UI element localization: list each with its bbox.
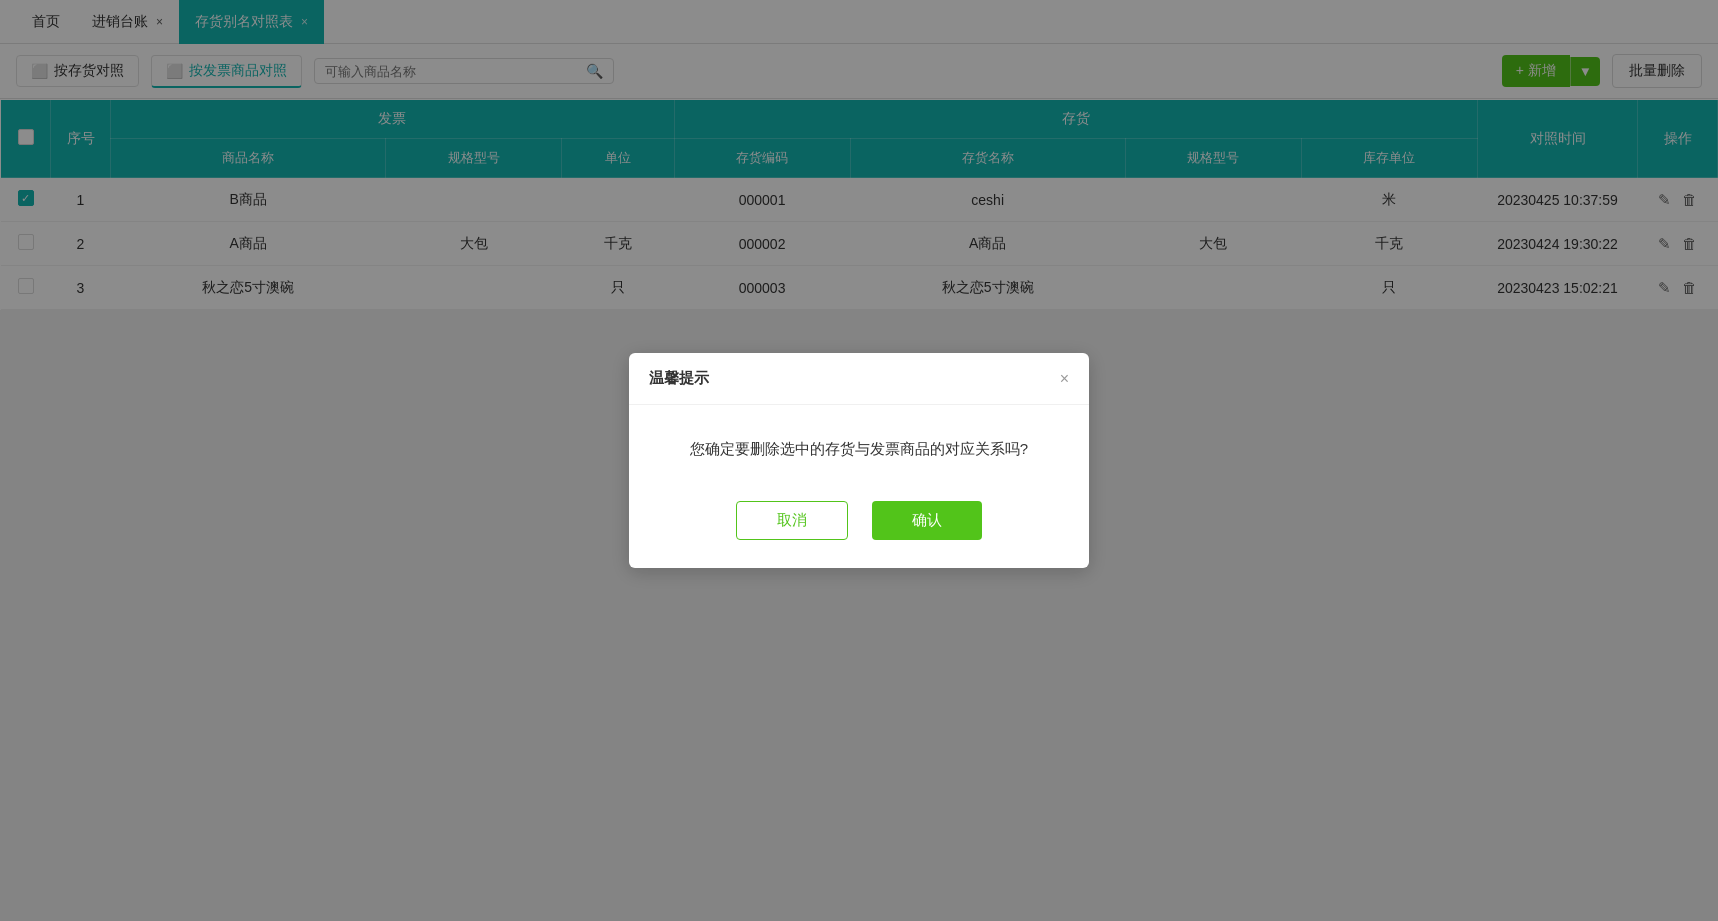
confirm-dialog: 温馨提示 × 您确定要删除选中的存货与发票商品的对应关系吗? 取消 确认 (629, 353, 1089, 568)
dialog-title: 温馨提示 (649, 369, 709, 388)
modal-overlay: 温馨提示 × 您确定要删除选中的存货与发票商品的对应关系吗? 取消 确认 (0, 0, 1718, 921)
dialog-header: 温馨提示 × (629, 353, 1089, 405)
dialog-close-button[interactable]: × (1060, 371, 1069, 387)
dialog-footer: 取消 确认 (629, 485, 1089, 568)
confirm-button[interactable]: 确认 (872, 501, 982, 540)
dialog-body: 您确定要删除选中的存货与发票商品的对应关系吗? (629, 405, 1089, 485)
dialog-message: 您确定要删除选中的存货与发票商品的对应关系吗? (690, 440, 1028, 457)
cancel-button[interactable]: 取消 (736, 501, 848, 540)
